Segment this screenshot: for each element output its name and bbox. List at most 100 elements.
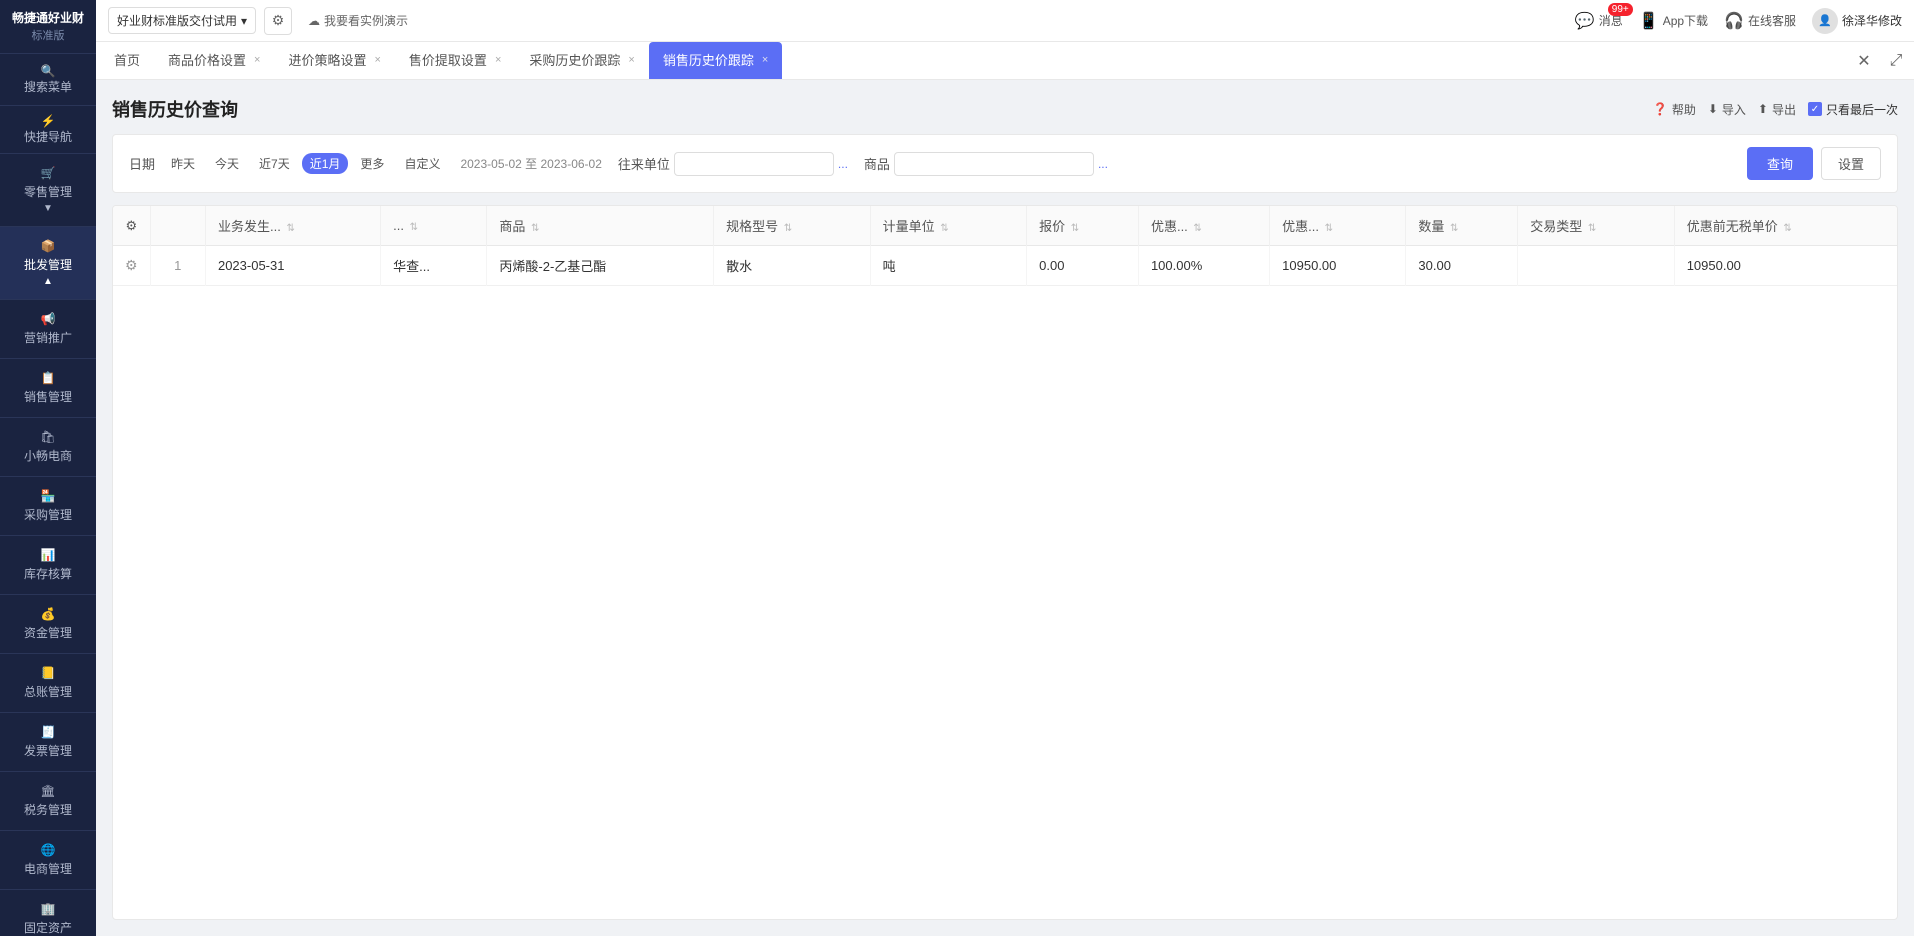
sidebar-item-marketing[interactable]: 📢 营销推广 xyxy=(0,300,96,359)
tab-product-price[interactable]: 商品价格设置 × xyxy=(154,42,274,79)
chevron-up-icon: ▲ xyxy=(43,276,53,287)
sidebar-logo: 畅捷通好业财 标准版 xyxy=(0,0,96,54)
sidebar-item-fixed-assets[interactable]: 🏢 固定资产 xyxy=(0,890,96,936)
export-button[interactable]: ⬆ 导出 xyxy=(1758,101,1796,118)
product-more-button[interactable]: ... xyxy=(1098,157,1108,171)
query-button[interactable]: 查询 xyxy=(1747,147,1813,180)
service-label: 在线客服 xyxy=(1748,12,1796,29)
demo-button[interactable]: ☁ 我要看实例演示 xyxy=(300,12,416,29)
sort-icon: ⇅ xyxy=(1450,223,1458,234)
date-opt-more[interactable]: 更多 xyxy=(352,153,392,174)
close-icon[interactable]: × xyxy=(254,54,260,66)
sidebar-item-search-menu[interactable]: 🔍 搜索菜单 xyxy=(0,54,96,106)
import-button[interactable]: ⬇ 导入 xyxy=(1708,101,1746,118)
inventory-icon: 📊 xyxy=(41,548,56,562)
from-unit-more-button[interactable]: ... xyxy=(838,157,848,171)
col-more[interactable]: ... ⇅ xyxy=(381,206,487,246)
tab-purchase-history[interactable]: 采购历史价跟踪 × xyxy=(515,42,648,79)
col-pretax-price[interactable]: 优惠前无税单价 ⇅ xyxy=(1674,206,1897,246)
col-trade-type[interactable]: 交易类型 ⇅ xyxy=(1518,206,1675,246)
sidebar-item-sales-mgmt[interactable]: 📋 销售管理 xyxy=(0,359,96,418)
sidebar-item-retail[interactable]: 🛒 零售管理 ▼ xyxy=(0,154,96,227)
close-icon[interactable]: × xyxy=(374,54,380,66)
col-qty[interactable]: 数量 ⇅ xyxy=(1406,206,1518,246)
col-unit[interactable]: 计量单位 ⇅ xyxy=(870,206,1027,246)
from-unit-input[interactable] xyxy=(674,152,834,176)
date-opt-custom[interactable]: 自定义 xyxy=(396,153,448,174)
row-more: 华查... xyxy=(381,246,487,286)
data-table-container: ⚙ 业务发生... ⇅ ... ⇅ 商品 ⇅ xyxy=(112,205,1898,920)
app-download-button[interactable]: 📱 App下载 xyxy=(1639,11,1708,31)
message-button[interactable]: 💬 消息 99+ xyxy=(1575,11,1623,31)
tab-sale-price[interactable]: 售价提取设置 × xyxy=(395,42,515,79)
sidebar-item-invoice[interactable]: 🧾 发票管理 xyxy=(0,713,96,772)
tab-label: 首页 xyxy=(114,50,140,69)
sidebar-item-tax[interactable]: 🏛 税务管理 xyxy=(0,772,96,831)
date-opt-today[interactable]: 今天 xyxy=(207,153,247,174)
date-opt-yesterday[interactable]: 昨天 xyxy=(163,153,203,174)
content-area: 销售历史价查询 ❓ 帮助 ⬇ 导入 ⬆ 导出 ✓ 只看最后一次 xyxy=(96,80,1914,936)
col-product[interactable]: 商品 ⇅ xyxy=(487,206,714,246)
tab-home[interactable]: 首页 xyxy=(100,42,154,79)
table-header-row: ⚙ 业务发生... ⇅ ... ⇅ 商品 ⇅ xyxy=(113,206,1897,246)
filter-bar: 日期 昨天 今天 近7天 近1月 更多 自定义 2023-05-02 至 202… xyxy=(112,134,1898,193)
close-window-button[interactable]: ✕ xyxy=(1850,47,1878,75)
product-label: 商品 xyxy=(864,154,890,173)
row-qty: 30.00 xyxy=(1406,246,1518,286)
row-unit: 吨 xyxy=(870,246,1027,286)
sidebar-item-label: 小畅电商 xyxy=(24,447,72,464)
date-opt-last7[interactable]: 近7天 xyxy=(251,153,298,174)
filter-actions: 查询 设置 xyxy=(1747,147,1881,180)
gear-icon[interactable]: ⚙ xyxy=(125,257,138,273)
purchase-icon: 🏪 xyxy=(41,489,56,503)
sidebar-item-ledger[interactable]: 📒 总账管理 xyxy=(0,654,96,713)
topbar-gear-button[interactable]: ⚙ xyxy=(264,7,292,35)
row-discount-pct: 100.00% xyxy=(1138,246,1269,286)
sidebar-item-purchase[interactable]: 🏪 采购管理 xyxy=(0,477,96,536)
col-discount-pct[interactable]: 优惠... ⇅ xyxy=(1138,206,1269,246)
user-menu[interactable]: 👤 徐泽华修改 xyxy=(1812,8,1902,34)
version-dropdown[interactable]: 好业财标准版交付试用 ▾ xyxy=(108,7,256,34)
maximize-button[interactable]: ⤢ xyxy=(1882,47,1910,75)
sidebar-item-quick-nav[interactable]: ⚡ 快捷导航 xyxy=(0,106,96,154)
sort-icon: ⇅ xyxy=(410,222,418,233)
sidebar-item-wholesale[interactable]: 📦 批发管理 ▲ xyxy=(0,227,96,300)
tab-purchase-strategy[interactable]: 进价策略设置 × xyxy=(274,42,394,79)
sidebar-item-label: 固定资产 xyxy=(24,919,72,936)
setting-button[interactable]: 设置 xyxy=(1821,147,1881,180)
date-label: 日期 xyxy=(129,154,155,173)
sidebar-item-label: 营销推广 xyxy=(24,329,72,346)
tab-sale-history[interactable]: 销售历史价跟踪 × xyxy=(649,42,782,79)
only-last-checkbox[interactable]: ✓ 只看最后一次 xyxy=(1808,101,1898,118)
col-gear: ⚙ xyxy=(113,206,150,246)
sidebar-item-label: 零售管理 xyxy=(24,183,72,200)
sort-icon: ⇅ xyxy=(1193,223,1201,234)
app-subtitle: 标准版 xyxy=(32,27,65,43)
wholesale-icon: 📦 xyxy=(41,239,56,253)
sidebar-item-ecommerce[interactable]: 🌐 电商管理 xyxy=(0,831,96,890)
sidebar-item-ecommerce-small[interactable]: 🛍 小畅电商 xyxy=(0,418,96,477)
close-icon[interactable]: × xyxy=(495,54,501,66)
sidebar-item-label: 采购管理 xyxy=(24,506,72,523)
product-input[interactable] xyxy=(894,152,1094,176)
col-spec[interactable]: 规格型号 ⇅ xyxy=(714,206,871,246)
date-opt-last1m[interactable]: 近1月 xyxy=(302,153,349,174)
sales-icon: 📋 xyxy=(41,371,56,385)
topbar-right: 💬 消息 99+ 📱 App下载 🎧 在线客服 👤 徐泽华修改 xyxy=(1575,8,1902,34)
sidebar-item-finance[interactable]: 💰 资金管理 xyxy=(0,595,96,654)
help-label: 帮助 xyxy=(1672,101,1696,118)
tax-icon: 🏛 xyxy=(40,784,55,798)
import-label: 导入 xyxy=(1722,101,1746,118)
col-list-price[interactable]: 报价 ⇅ xyxy=(1027,206,1139,246)
col-discount-amt[interactable]: 优惠... ⇅ xyxy=(1270,206,1406,246)
help-icon: ❓ xyxy=(1653,102,1668,116)
service-button[interactable]: 🎧 在线客服 xyxy=(1724,11,1796,31)
close-icon[interactable]: × xyxy=(762,54,768,66)
col-biz-date[interactable]: 业务发生... ⇅ xyxy=(205,206,380,246)
row-gear[interactable]: ⚙ xyxy=(113,246,150,286)
sidebar-item-inventory[interactable]: 📊 库存核算 xyxy=(0,536,96,595)
help-button[interactable]: ❓ 帮助 xyxy=(1653,101,1696,118)
table-row: ⚙ 1 2023-05-31 华查... 丙烯酸-2-乙基己酯 散水 吨 0.0… xyxy=(113,246,1897,286)
close-icon[interactable]: × xyxy=(628,54,634,66)
search-icon: 🔍 xyxy=(8,64,88,78)
